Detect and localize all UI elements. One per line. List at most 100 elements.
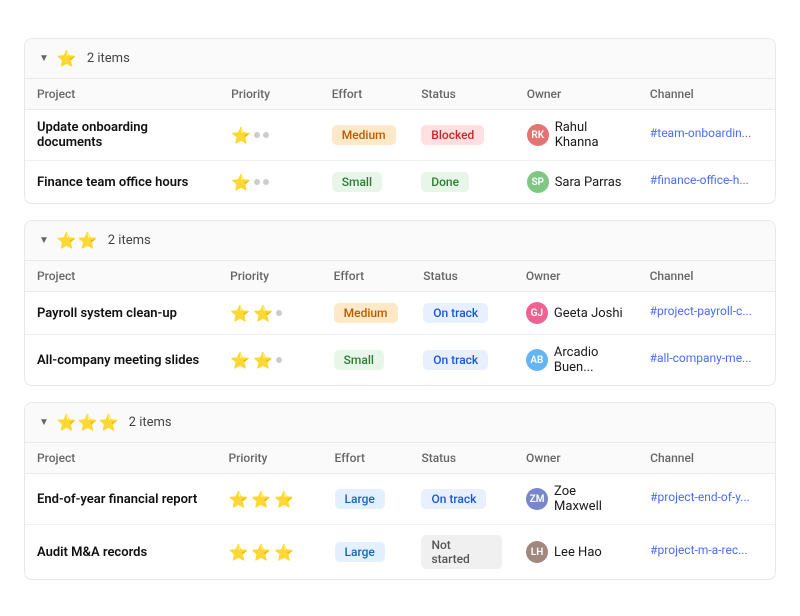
avatar: AB bbox=[526, 349, 548, 371]
avatar: SP bbox=[527, 171, 549, 193]
status-badge: On track bbox=[423, 303, 488, 323]
empty-priority-dot bbox=[263, 132, 269, 138]
empty-priority-dot bbox=[254, 132, 260, 138]
star-icon: ⭐ bbox=[57, 49, 77, 68]
col-header-channel: Channel bbox=[638, 79, 775, 110]
star-icon: ⭐ bbox=[57, 231, 77, 250]
col-header-channel: Channel bbox=[638, 443, 775, 474]
owner-name: Lee Hao bbox=[554, 545, 602, 560]
section-1: ▼ ⭐ 2 items ProjectPriorityEffortStatusO… bbox=[24, 38, 776, 204]
empty-priority-dot bbox=[263, 179, 269, 185]
section-header-3[interactable]: ▼ ⭐⭐⭐ 2 items bbox=[25, 403, 775, 442]
project-name: All-company meeting slides bbox=[37, 353, 199, 368]
col-header-priority: Priority bbox=[218, 261, 322, 292]
star-icon: ⭐ bbox=[78, 231, 98, 250]
table-row: Update onboarding documents ⭐ Medium Blocke… bbox=[25, 110, 775, 161]
table-row: End-of-year financial report⭐⭐⭐LargeOn t… bbox=[25, 474, 775, 525]
owner-name: Rahul Khanna bbox=[555, 120, 626, 150]
channel-link[interactable]: #finance-office-h... bbox=[650, 173, 749, 187]
table-row: Payroll system clean-up⭐⭐MediumOn track … bbox=[25, 292, 775, 335]
section-count: 2 items bbox=[129, 415, 172, 430]
section-2: ▼ ⭐⭐ 2 items ProjectPriorityEffortStatus… bbox=[24, 220, 776, 386]
col-header-owner: Owner bbox=[514, 443, 638, 474]
star-icon: ⭐ bbox=[228, 490, 248, 509]
project-name: Update onboarding documents bbox=[37, 120, 148, 150]
empty-priority-dot bbox=[276, 357, 282, 363]
priority-cell: ⭐⭐ bbox=[230, 351, 310, 370]
star-icon: ⭐ bbox=[274, 543, 294, 562]
priority-stars: ⭐⭐ bbox=[57, 231, 98, 250]
star-icon: ⭐ bbox=[230, 351, 250, 370]
project-name: Audit M&A records bbox=[37, 545, 147, 560]
priority-stars: ⭐⭐⭐ bbox=[57, 413, 119, 432]
effort-badge: Medium bbox=[334, 303, 398, 323]
table-row: Audit M&A records ⭐⭐⭐ Large Not started LH … bbox=[25, 525, 775, 580]
col-header-status: Status bbox=[411, 261, 514, 292]
project-name: Payroll system clean-up bbox=[37, 306, 177, 321]
owner-name: Geeta Joshi bbox=[554, 306, 623, 321]
channel-link[interactable]: #project-m-a-rec... bbox=[650, 543, 747, 557]
col-header-priority: Priority bbox=[216, 443, 322, 474]
col-header-status: Status bbox=[409, 79, 514, 110]
empty-priority-dot bbox=[254, 179, 260, 185]
col-header-status: Status bbox=[409, 443, 514, 474]
table-row: All-company meeting slides ⭐⭐ Small On trac… bbox=[25, 335, 775, 386]
owner-name: Arcadio Buen... bbox=[554, 345, 626, 375]
channel-link[interactable]: #all-company-me... bbox=[650, 351, 752, 365]
table-row: Finance team office hours ⭐ Small Done SP S… bbox=[25, 161, 775, 204]
effort-badge: Large bbox=[335, 489, 385, 509]
owner-cell: AB Arcadio Buen... bbox=[526, 345, 626, 375]
channel-link[interactable]: #project-end-of-y... bbox=[650, 490, 750, 504]
owner-cell: ZM Zoe Maxwell bbox=[526, 484, 626, 514]
section-header-1[interactable]: ▼ ⭐ 2 items bbox=[25, 39, 775, 78]
star-icon: ⭐ bbox=[99, 413, 119, 432]
star-icon: ⭐ bbox=[253, 351, 273, 370]
status-badge: On track bbox=[421, 489, 486, 509]
avatar: ZM bbox=[526, 488, 548, 510]
status-badge: Done bbox=[421, 172, 469, 192]
section-3: ▼ ⭐⭐⭐ 2 items ProjectPriorityEffortStatu… bbox=[24, 402, 776, 580]
effort-badge: Medium bbox=[332, 125, 396, 145]
col-header-priority: Priority bbox=[219, 79, 320, 110]
col-header-project: Project bbox=[25, 79, 219, 110]
avatar: LH bbox=[526, 541, 548, 563]
owner-cell: GJ Geeta Joshi bbox=[526, 302, 626, 324]
section-count: 2 items bbox=[87, 51, 130, 66]
section-count: 2 items bbox=[108, 233, 151, 248]
owner-cell: RK Rahul Khanna bbox=[527, 120, 626, 150]
priority-cell: ⭐⭐⭐ bbox=[228, 490, 310, 509]
project-name: End-of-year financial report bbox=[37, 492, 197, 507]
col-header-owner: Owner bbox=[515, 79, 638, 110]
project-name: Finance team office hours bbox=[37, 175, 188, 190]
section-header-2[interactable]: ▼ ⭐⭐ 2 items bbox=[25, 221, 775, 260]
chevron-icon: ▼ bbox=[39, 53, 49, 64]
effort-badge: Small bbox=[332, 172, 382, 192]
channel-link[interactable]: #project-payroll-c... bbox=[650, 304, 752, 318]
chevron-icon: ▼ bbox=[39, 417, 49, 428]
priority-cell: ⭐⭐ bbox=[230, 304, 310, 323]
owner-cell: LH Lee Hao bbox=[526, 541, 626, 563]
effort-badge: Small bbox=[334, 350, 384, 370]
priority-cell: ⭐⭐⭐ bbox=[228, 543, 310, 562]
col-header-effort: Effort bbox=[320, 79, 410, 110]
priority-cell: ⭐ bbox=[231, 173, 308, 192]
channel-link[interactable]: #team-onboardin... bbox=[650, 126, 751, 140]
star-icon: ⭐ bbox=[230, 304, 250, 323]
avatar: RK bbox=[527, 124, 549, 146]
status-badge: Not started bbox=[421, 535, 502, 569]
col-header-project: Project bbox=[25, 261, 218, 292]
avatar: GJ bbox=[526, 302, 548, 324]
status-badge: On track bbox=[423, 350, 488, 370]
status-badge: Blocked bbox=[421, 125, 484, 145]
star-icon: ⭐ bbox=[231, 126, 251, 145]
star-icon: ⭐ bbox=[251, 490, 271, 509]
col-header-effort: Effort bbox=[323, 443, 410, 474]
star-icon: ⭐ bbox=[78, 413, 98, 432]
star-icon: ⭐ bbox=[57, 413, 77, 432]
effort-badge: Large bbox=[335, 542, 385, 562]
owner-name: Sara Parras bbox=[555, 175, 622, 190]
empty-priority-dot bbox=[276, 310, 282, 316]
col-header-owner: Owner bbox=[514, 261, 638, 292]
col-header-channel: Channel bbox=[638, 261, 775, 292]
star-icon: ⭐ bbox=[274, 490, 294, 509]
